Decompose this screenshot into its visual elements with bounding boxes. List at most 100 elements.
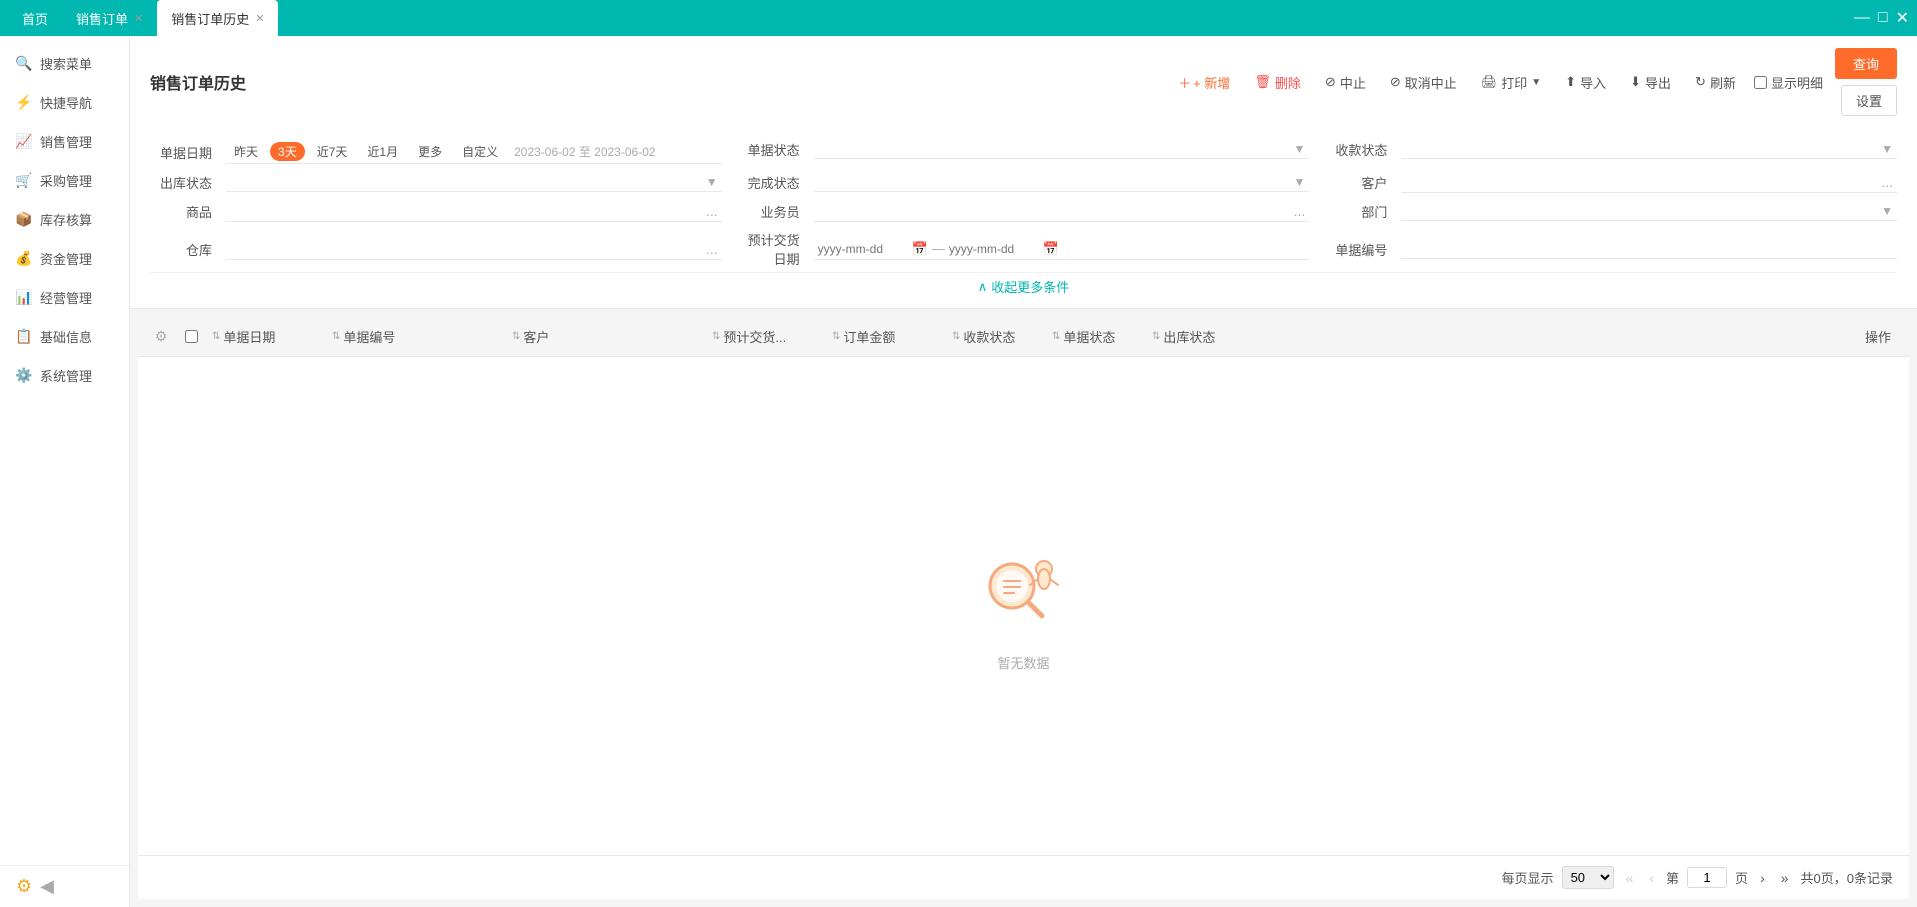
salesperson-dots[interactable]: ...: [1294, 203, 1306, 219]
select-all-checkbox[interactable]: [185, 330, 198, 343]
col-header-delivery[interactable]: ⇅ 预计交货...: [706, 327, 826, 346]
close-tab-sales-order[interactable]: ✕: [134, 12, 143, 25]
plus-icon: ＋: [1178, 73, 1191, 92]
finance-icon: 💰: [16, 251, 32, 267]
inventory-icon: 📦: [16, 212, 32, 228]
grid-header: ⚙ ⇅ 单据日期 ⇅ 单据编号 ⇅ 客户 ⇅: [138, 317, 1909, 357]
sort-icon-num: ⇅: [332, 331, 340, 342]
goods-filter: 商品 ...: [150, 201, 722, 222]
next-page-btn[interactable]: ›: [1756, 868, 1769, 888]
top-bar: 首页 销售订单 ✕ 销售订单历史 ✕ — □ ✕: [0, 0, 1917, 36]
first-page-btn[interactable]: «: [1622, 868, 1638, 888]
complete-status-chevron[interactable]: ▼: [1293, 175, 1305, 189]
tab-home[interactable]: 首页: [8, 0, 62, 36]
empty-icon: [974, 541, 1074, 641]
col-header-bill-number[interactable]: ⇅ 单据编号: [326, 327, 506, 346]
top-close-btn[interactable]: ✕: [1896, 8, 1909, 28]
out-status-chevron[interactable]: ▼: [706, 175, 718, 189]
sidebar-item-system-mgmt[interactable]: ⚙️ 系统管理: [0, 356, 129, 395]
filter-area: 单据日期 昨天 3天 近7天 近1月 更多 自定义 2023-06-02 至 2…: [130, 136, 1917, 308]
customer-filter: 客户 ...: [1325, 172, 1897, 193]
complete-status-label: 完成状态: [738, 173, 808, 192]
search-menu-icon: 🔍: [16, 56, 32, 72]
collapse-filters-btn[interactable]: ∧ 收起更多条件: [150, 272, 1897, 300]
empty-state: 暂无数据: [138, 357, 1909, 855]
date-custom[interactable]: 自定义: [454, 142, 506, 161]
page-input[interactable]: [1687, 867, 1727, 888]
date-more[interactable]: 更多: [410, 142, 450, 161]
query-btn[interactable]: 查询: [1835, 48, 1897, 79]
refresh-btn[interactable]: ↻ 刷新: [1689, 69, 1742, 96]
prev-page-btn[interactable]: ‹: [1645, 868, 1658, 888]
grid-settings-icon[interactable]: ⚙: [151, 324, 172, 349]
print-dropdown-icon[interactable]: ▼: [1531, 77, 1541, 88]
calendar-start-icon[interactable]: 📅: [912, 241, 928, 257]
cancel-stop-icon: ⊘: [1390, 74, 1401, 90]
tab-sales-order[interactable]: 销售订单 ✕: [62, 0, 157, 36]
top-right-controls: — □ ✕: [1854, 8, 1909, 28]
sort-icon-out: ⇅: [1152, 331, 1160, 342]
sidebar-item-operations[interactable]: 📊 经营管理: [0, 278, 129, 317]
salesperson-filter: 业务员 ...: [738, 201, 1310, 222]
print-btn[interactable]: 🖨 打印 ▼: [1475, 69, 1547, 96]
warehouse-dots[interactable]: ...: [706, 241, 718, 257]
setting-btn[interactable]: 设置: [1841, 85, 1897, 116]
expected-date-start[interactable]: [818, 242, 908, 256]
bill-number-input[interactable]: [1405, 241, 1893, 256]
top-maximize-btn[interactable]: □: [1878, 9, 1888, 27]
sidebar-item-inventory[interactable]: 📦 库存核算: [0, 200, 129, 239]
filter-row-1: 单据日期 昨天 3天 近7天 近1月 更多 自定义 2023-06-02 至 2…: [150, 140, 1897, 164]
sidebar-item-quick-nav[interactable]: ⚡ 快捷导航: [0, 83, 129, 122]
delete-icon: 🗑: [1254, 74, 1271, 90]
col-settings[interactable]: ⚙: [146, 324, 176, 349]
sidebar-item-purchase-mgmt[interactable]: 🛒 采购管理: [0, 161, 129, 200]
sidebar-item-finance[interactable]: 💰 资金管理: [0, 239, 129, 278]
new-btn[interactable]: ＋ + 新增: [1172, 69, 1236, 96]
date-7days[interactable]: 近7天: [309, 142, 356, 161]
col-select-all[interactable]: [176, 330, 206, 343]
print-icon: 🖨: [1481, 74, 1498, 90]
delete-btn[interactable]: 🗑 删除: [1248, 69, 1307, 96]
receipt-status-chevron[interactable]: ▼: [1881, 142, 1893, 156]
tab-sales-order-history[interactable]: 销售订单历史 ✕: [157, 0, 278, 36]
import-btn[interactable]: ⬆ 导入: [1559, 69, 1612, 96]
sidebar-collapse-btn[interactable]: ◀: [40, 876, 54, 897]
department-filter: 部门 ▼: [1325, 202, 1897, 221]
col-header-bill-status[interactable]: ⇅ 单据状态: [1046, 327, 1146, 346]
bill-status-chevron[interactable]: ▼: [1293, 142, 1305, 156]
per-page-select[interactable]: 50 10 20 100: [1562, 866, 1614, 889]
sort-icon-receipt: ⇅: [952, 331, 960, 342]
sidebar-footer: ⚙ ◀: [0, 865, 129, 907]
sidebar-settings-btn[interactable]: ⚙: [16, 876, 32, 897]
col-header-amount[interactable]: ⇅ 订单金额: [826, 327, 946, 346]
expected-date-end[interactable]: [949, 242, 1039, 256]
date-month[interactable]: 近1月: [359, 142, 406, 161]
display-detail-checkbox[interactable]: [1754, 76, 1767, 89]
sidebar-item-sales-mgmt[interactable]: 📈 销售管理: [0, 122, 129, 161]
stop-btn[interactable]: ⊘ 中止: [1319, 69, 1372, 96]
stop-icon: ⊘: [1325, 74, 1336, 90]
date-yesterday[interactable]: 昨天: [226, 142, 266, 161]
top-minimize-btn[interactable]: —: [1854, 9, 1870, 27]
col-header-customer[interactable]: ⇅ 客户: [506, 327, 706, 346]
sidebar-item-search-menu[interactable]: 🔍 搜索菜单: [0, 44, 129, 83]
col-header-out-status[interactable]: ⇅ 出库状态: [1146, 327, 1246, 346]
col-header-receipt[interactable]: ⇅ 收款状态: [946, 327, 1046, 346]
bill-number-label: 单据编号: [1325, 240, 1395, 259]
customer-dots[interactable]: ...: [1881, 174, 1893, 190]
department-label: 部门: [1325, 202, 1395, 221]
export-btn[interactable]: ⬇ 导出: [1624, 69, 1677, 96]
last-page-btn[interactable]: »: [1777, 868, 1793, 888]
sidebar-item-base-info[interactable]: 📋 基础信息: [0, 317, 129, 356]
col-header-bill-date[interactable]: ⇅ 单据日期: [206, 327, 326, 346]
goods-dots[interactable]: ...: [706, 203, 718, 219]
close-tab-history[interactable]: ✕: [255, 12, 264, 25]
calendar-end-icon[interactable]: 📅: [1043, 241, 1059, 257]
cancel-stop-btn[interactable]: ⊘ 取消中止: [1384, 69, 1463, 96]
warehouse-label: 仓库: [150, 240, 220, 259]
filter-row-2: 出库状态 ▼ 完成状态 ▼ 客户: [150, 172, 1897, 193]
date-3days[interactable]: 3天: [270, 142, 305, 161]
sidebar: 🔍 搜索菜单 ⚡ 快捷导航 📈 销售管理 🛒 采购管理 📦 库存核算 💰 资金管…: [0, 36, 130, 907]
salesperson-label: 业务员: [738, 202, 808, 221]
department-chevron[interactable]: ▼: [1881, 204, 1893, 218]
